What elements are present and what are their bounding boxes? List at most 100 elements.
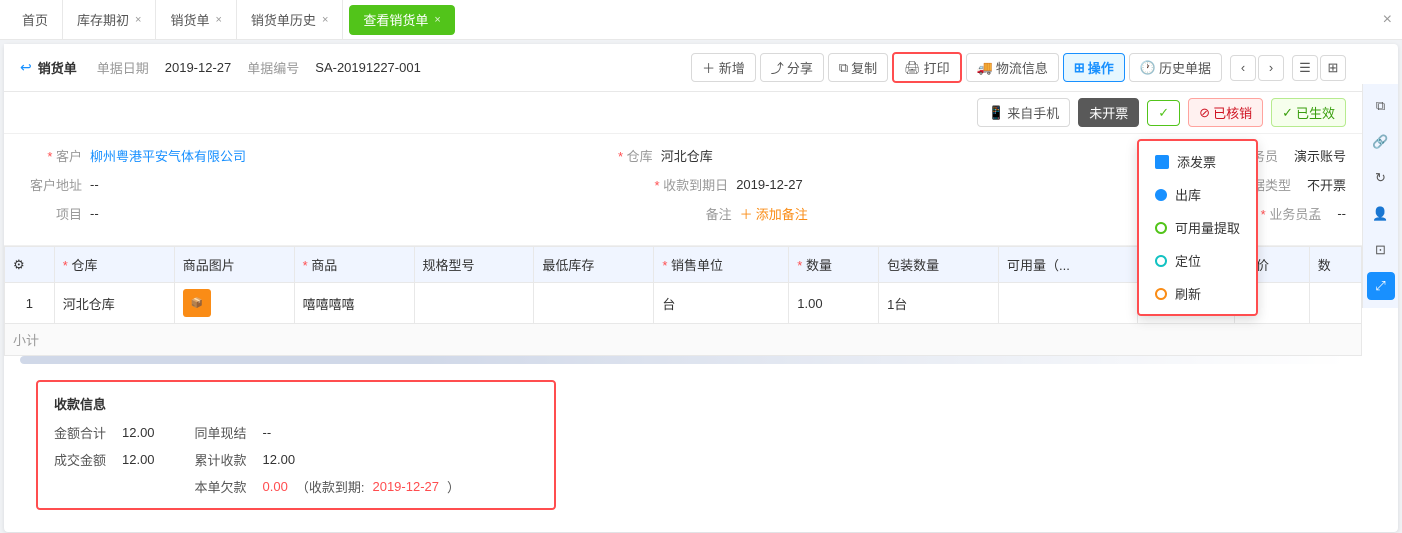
already-effective-button[interactable]: ✓ 已生效 <box>1271 98 1346 127</box>
logistics-button[interactable]: 🚚 物流信息 <box>966 53 1059 82</box>
same-order-row: 同单现结 -- <box>195 423 460 442</box>
next-arrow[interactable]: › <box>1258 55 1284 81</box>
plus-icon: ＋ <box>740 204 753 223</box>
row-qty: 1.00 <box>789 283 879 324</box>
prev-arrow[interactable]: ‹ <box>1230 55 1256 81</box>
sidebar-user-icon[interactable]: 👤 <box>1367 200 1395 228</box>
dropdown-outbound[interactable]: 出库 <box>1139 178 1256 211</box>
history-button[interactable]: 🕐 历史单据 <box>1129 53 1222 82</box>
number-label: 单据编号 <box>247 58 299 77</box>
th-more: 数 <box>1309 247 1361 283</box>
row-spec <box>414 283 534 324</box>
warehouse-field: 仓库 河北仓库 <box>618 146 1216 165</box>
due-label: 本单欠款 <box>195 477 255 496</box>
grid-view-btn[interactable]: ⊞ <box>1320 55 1346 81</box>
tab-inventory-init-close[interactable]: × <box>135 14 141 26</box>
sidebar-link-icon[interactable]: 🔗 <box>1367 128 1395 156</box>
due-date-highlight: 2019-12-27 <box>372 479 439 494</box>
tab-sales-order-close[interactable]: × <box>215 14 221 26</box>
row-pkg-qty: 1台 <box>879 283 999 324</box>
scroll-hint <box>20 356 1346 364</box>
date-value: 2019-12-27 <box>165 60 232 75</box>
row-img: 📦 <box>174 283 294 324</box>
amount-total-row: 金额合计 12.00 <box>54 423 155 442</box>
check-button[interactable]: ✓ <box>1147 100 1180 126</box>
cumulative-row: 累计收款 12.00 <box>195 450 460 469</box>
copy-icon: ⧉ <box>839 60 848 76</box>
document-header: ↩ 销货单 单据日期 2019-12-27 单据编号 SA-20191227-0… <box>4 44 1362 92</box>
due-note-close: ） <box>447 477 460 496</box>
add-ticket-icon <box>1155 155 1169 169</box>
locate-icon <box>1155 255 1167 267</box>
dropdown-refresh[interactable]: 刷新 <box>1139 277 1256 310</box>
same-order-label: 同单现结 <box>195 423 255 442</box>
doc-meta: 单据日期 2019-12-27 单据编号 SA-20191227-001 <box>97 58 691 77</box>
dropdown-available-qty[interactable]: 可用量提取 <box>1139 211 1256 244</box>
add-note-button[interactable]: ＋ 添加备注 <box>740 204 808 223</box>
project-field: 项目 -- <box>20 204 610 223</box>
sidebar-expand-icon[interactable]: ⤢ <box>1367 272 1395 300</box>
sidebar-copy-icon[interactable]: ⧉ <box>1367 92 1395 120</box>
tab-check-sales-close[interactable]: × <box>434 14 440 26</box>
transaction-value: 12.00 <box>122 452 155 467</box>
view-buttons: ☰ ⊞ <box>1292 55 1346 81</box>
doc-icon: ↩ <box>20 59 32 76</box>
dropdown-add-ticket[interactable]: 添发票 <box>1139 145 1256 178</box>
tab-check-sales[interactable]: 查看销货单 × <box>349 5 454 35</box>
tab-bar: 首页 库存期初 × 销货单 × 销货单历史 × 查看销货单 × × <box>0 0 1402 40</box>
payment-col-1: 金额合计 12.00 成交金额 12.00 <box>54 423 155 496</box>
subtotal-row: 小计 <box>5 324 1362 356</box>
row-warehouse: 河北仓库 <box>54 283 174 324</box>
th-min-stock: 最低库存 <box>534 247 654 283</box>
share-button[interactable]: ⤴ 分享 <box>760 53 824 82</box>
row-min-stock <box>534 283 654 324</box>
payment-title: 收款信息 <box>54 394 538 413</box>
transaction-row: 成交金额 12.00 <box>54 450 155 469</box>
tab-bar-close-button[interactable]: × <box>1383 11 1392 29</box>
tab-inventory-init[interactable]: 库存期初 × <box>63 0 156 40</box>
row-unit: 台 <box>654 283 789 324</box>
due-note: （收款到期: <box>296 477 365 496</box>
due-date-label: 收款到期日 <box>655 175 737 194</box>
customer-value[interactable]: 柳州粤港平安气体有限公司 <box>90 146 618 165</box>
product-image: 📦 <box>183 289 211 317</box>
from-phone-button[interactable]: 📱 来自手机 <box>977 98 1070 127</box>
th-qty: * 数量 <box>789 247 879 283</box>
note-label: 备注 <box>670 204 740 223</box>
list-view-btn[interactable]: ☰ <box>1292 55 1318 81</box>
add-button[interactable]: ＋ 新增 <box>691 53 756 82</box>
print-button[interactable]: 🖨 打印 <box>892 52 962 83</box>
tab-home[interactable]: 首页 <box>8 0 63 40</box>
available-qty-icon <box>1155 222 1167 234</box>
nav-arrows: ‹ › <box>1230 55 1284 81</box>
th-sales-unit: * 销售单位 <box>654 247 789 283</box>
right-sidebar: ⧉ 🔗 ↻ 👤 ⊡ ⤢ <box>1362 84 1398 308</box>
address-value: -- <box>90 177 595 192</box>
tab-sales-history[interactable]: 销货单历史 × <box>237 0 343 40</box>
settings-icon[interactable]: ⚙ <box>13 257 25 272</box>
not-open-ticket-button[interactable]: 未开票 <box>1078 98 1139 127</box>
operate-dropdown: 添发票 出库 可用量提取 定位 刷新 <box>1137 139 1258 316</box>
sidebar-table-icon[interactable]: ⊡ <box>1367 236 1395 264</box>
staff-value: 演示账号 <box>1294 146 1346 165</box>
dropdown-locate[interactable]: 定位 <box>1139 244 1256 277</box>
th-spec: 规格型号 <box>414 247 534 283</box>
tab-sales-order[interactable]: 销货单 × <box>156 0 236 40</box>
refresh-icon <box>1155 288 1167 300</box>
row-index: 1 <box>5 283 55 324</box>
payment-container: 收款信息 金额合计 12.00 成交金额 12.00 <box>4 364 1362 526</box>
transaction-label: 成交金额 <box>54 450 114 469</box>
row-product: 嘻嘻嘻嘻 <box>294 283 414 324</box>
copy-button[interactable]: ⧉ 复制 <box>828 53 888 82</box>
ticket-type-value: 不开票 <box>1307 175 1346 194</box>
operate-button[interactable]: ⊞ 操作 <box>1063 53 1125 82</box>
sidebar-rotate-icon[interactable]: ↻ <box>1367 164 1395 192</box>
subtotal-label: 小计 <box>5 324 1362 356</box>
check-icon: ✓ <box>1158 105 1169 121</box>
tab-sales-history-close[interactable]: × <box>322 14 328 26</box>
print-icon: 🖨 <box>904 60 921 76</box>
customer-label: 客户 <box>20 146 90 165</box>
th-settings: ⚙ <box>5 247 55 283</box>
payment-col-2: 同单现结 -- 累计收款 12.00 本单欠款 0.00 （收款到期: 2019… <box>195 423 460 496</box>
already-verified-button[interactable]: ⊘ 已核销 <box>1188 98 1263 127</box>
